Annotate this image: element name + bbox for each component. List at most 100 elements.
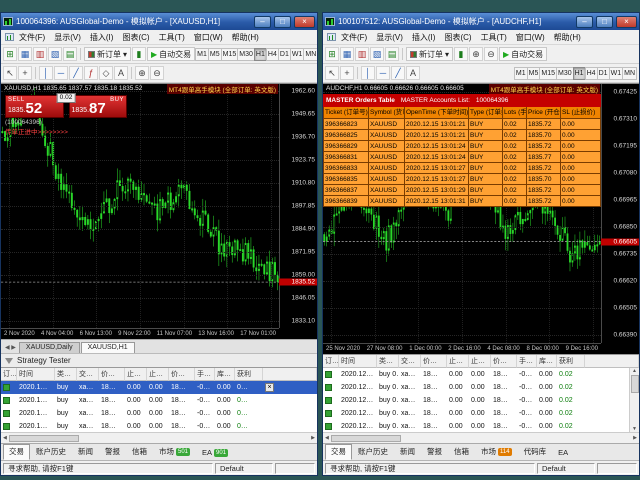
- timeframe-mn[interactable]: MN: [303, 47, 317, 61]
- menu-item[interactable]: 工具(T): [481, 32, 507, 43]
- terminal-row[interactable]: 2020.12… buy 0…xa… 18… 0.00 0.00 18… -0… 0.00 0.…: [323, 394, 639, 407]
- menu-item[interactable]: 插入(I): [412, 32, 436, 43]
- status-profile[interactable]: Default: [215, 462, 273, 474]
- menu-item[interactable]: 窗口(W): [516, 32, 545, 43]
- new-order-button[interactable]: 新订单 ▾: [84, 47, 132, 61]
- new-chart-icon[interactable]: ⊞: [325, 47, 339, 61]
- terminal-tab[interactable]: EA: [552, 446, 574, 460]
- scrollbar-thumb[interactable]: [330, 434, 401, 442]
- horizontal-scrollbar[interactable]: ◀ ▶: [1, 432, 317, 443]
- candle-chart-icon[interactable]: ▮: [132, 47, 147, 61]
- zoom-out-icon[interactable]: ⊖: [484, 47, 499, 61]
- market-watch-icon[interactable]: ▥: [355, 47, 369, 61]
- scroll-right-icon[interactable]: ▶: [311, 435, 315, 441]
- chart-area[interactable]: 0.66605 0.67425 0.67310 0.67195 0.67080 0.66…: [323, 83, 639, 354]
- terminal-column-header[interactable]: 类…: [55, 368, 77, 381]
- terminal-column-header[interactable]: 止…: [147, 368, 169, 381]
- close-button[interactable]: ×: [616, 15, 637, 28]
- terminal-panel-icon[interactable]: ▤: [385, 47, 399, 61]
- profiles-icon[interactable]: ▦: [18, 47, 32, 61]
- text-tool-icon[interactable]: A: [406, 66, 420, 80]
- terminal-column-header[interactable]: 交…: [399, 355, 421, 368]
- crosshair-icon[interactable]: +: [18, 66, 32, 80]
- terminal-row[interactable]: 2020.12… buy 0…xa… 18… 0.00 0.00 18… -0… 0.00 0.…: [323, 368, 639, 381]
- menu-item[interactable]: 图表(C): [444, 32, 471, 43]
- close-order-icon[interactable]: ×: [265, 382, 274, 392]
- terminal-tab[interactable]: 新闻: [394, 444, 421, 460]
- timeframe-m1[interactable]: M1: [513, 66, 528, 80]
- terminal-row[interactable]: 2020.12… buy 0…xa… 18… 0.00 0.00 18… -0… 0.00 0.…: [323, 407, 639, 420]
- terminal-column-header[interactable]: 库…: [537, 355, 557, 368]
- autotrading-button[interactable]: ▶ 自动交易: [147, 47, 196, 61]
- vertical-line-icon[interactable]: │: [39, 66, 53, 80]
- profiles-icon[interactable]: ▦: [340, 47, 354, 61]
- text-tool-icon[interactable]: A: [114, 66, 128, 80]
- scroll-left-icon[interactable]: ◀: [325, 435, 329, 441]
- scrollbar-thumb[interactable]: [8, 434, 79, 442]
- trendline-icon[interactable]: ╱: [69, 66, 83, 80]
- autotrading-button[interactable]: ▶ 自动交易: [499, 47, 548, 61]
- terminal-column-header[interactable]: 手…: [517, 355, 537, 368]
- scroll-down-icon[interactable]: ▼: [632, 426, 637, 432]
- horizontal-line-icon[interactable]: ─: [376, 66, 390, 80]
- terminal-row[interactable]: 2020.1… buy xa… 18… 0.00 0.00 18… -0… 0.00 0…: [1, 394, 317, 407]
- zoom-in-icon[interactable]: ⊕: [469, 47, 484, 61]
- maximize-button[interactable]: □: [596, 15, 613, 28]
- timeframe-m1[interactable]: M1: [195, 47, 209, 61]
- terminal-tab[interactable]: 市场 501: [153, 444, 196, 460]
- close-button[interactable]: ×: [294, 15, 315, 28]
- terminal-column-header[interactable]: 库…: [215, 368, 235, 381]
- terminal-tab[interactable]: 市场 114: [475, 444, 518, 460]
- terminal-column-header[interactable]: 订…: [1, 368, 17, 381]
- zoom-in-icon[interactable]: ⊕: [135, 66, 149, 80]
- menu-item[interactable]: 窗口(W): [194, 32, 223, 43]
- terminal-tab[interactable]: 信箱: [448, 444, 475, 460]
- chart-tab[interactable]: XAUUSD,Daily: [18, 342, 80, 353]
- terminal-column-header[interactable]: 时间: [339, 355, 377, 368]
- terminal-tab[interactable]: 交易: [3, 444, 30, 460]
- terminal-tab[interactable]: EA 901: [196, 446, 234, 460]
- market-watch-icon[interactable]: ▥: [33, 47, 47, 61]
- terminal-column-header[interactable]: 获利: [235, 368, 263, 381]
- terminal-row[interactable]: 2020.1… buy xa… 18… 0.00 0.00 18… -0… 0.00 0… ×: [1, 381, 317, 394]
- timeframe-m5[interactable]: M5: [207, 47, 222, 61]
- menu-item[interactable]: 工具(T): [159, 32, 185, 43]
- new-chart-icon[interactable]: ⊞: [3, 47, 17, 61]
- scroll-up-icon[interactable]: ▲: [632, 368, 637, 374]
- zoom-out-icon[interactable]: ⊖: [150, 66, 164, 80]
- sell-button[interactable]: SELL 1835. 52: [5, 95, 64, 118]
- terminal-tab[interactable]: 警报: [99, 444, 126, 460]
- terminal-column-header[interactable]: 类…: [377, 355, 399, 368]
- terminal-tab[interactable]: 账户历史: [30, 444, 72, 460]
- minimize-button[interactable]: –: [576, 15, 593, 28]
- terminal-column-header[interactable]: 价…: [491, 355, 517, 368]
- terminal-row[interactable]: 2020.12… buy 0…xa… 18… 0.00 0.00 18… -0… 0.00 0.…: [323, 381, 639, 394]
- terminal-column-header[interactable]: 交…: [77, 368, 99, 381]
- menu-item[interactable]: 帮助(H): [232, 32, 259, 43]
- status-profile[interactable]: Default: [537, 462, 595, 474]
- terminal-tab[interactable]: 交易: [325, 444, 352, 460]
- cursor-icon[interactable]: ↖: [3, 66, 17, 80]
- trendline-icon[interactable]: ╱: [391, 66, 405, 80]
- timeframe-m30[interactable]: M30: [237, 47, 255, 61]
- chart-context-icon[interactable]: [327, 33, 336, 41]
- terminal-tab[interactable]: 代码库: [518, 444, 553, 460]
- terminal-tab[interactable]: 账户历史: [352, 444, 394, 460]
- terminal-column-header[interactable]: 价…: [99, 368, 125, 381]
- terminal-row[interactable]: 2020.1… buy xa… 18… 0.00 0.00 18… -0… 0.00 0…: [1, 407, 317, 420]
- terminal-column-header[interactable]: 止…: [447, 355, 469, 368]
- menu-item[interactable]: 帮助(H): [554, 32, 581, 43]
- terminal-panel-icon[interactable]: ▤: [63, 47, 77, 61]
- chart-context-icon[interactable]: [5, 33, 14, 41]
- chart-tab-arrows[interactable]: ◀ ▶: [3, 344, 18, 353]
- terminal-column-header[interactable]: 时间: [17, 368, 55, 381]
- maximize-button[interactable]: □: [274, 15, 291, 28]
- terminal-column-header[interactable]: 价…: [421, 355, 447, 368]
- timeframe-mn[interactable]: MN: [622, 66, 637, 80]
- new-order-button[interactable]: 新订单 ▾: [406, 47, 454, 61]
- menu-item[interactable]: 图表(C): [122, 32, 149, 43]
- terminal-column-header[interactable]: 价…: [169, 368, 195, 381]
- chart-tab[interactable]: XAUUSD,H1: [80, 342, 135, 353]
- terminal-column-header[interactable]: 止…: [125, 368, 147, 381]
- terminal-row[interactable]: 2020.12… buy 0…xa… 18… 0.00 0.00 18… -0… 0.00 0.…: [323, 420, 639, 432]
